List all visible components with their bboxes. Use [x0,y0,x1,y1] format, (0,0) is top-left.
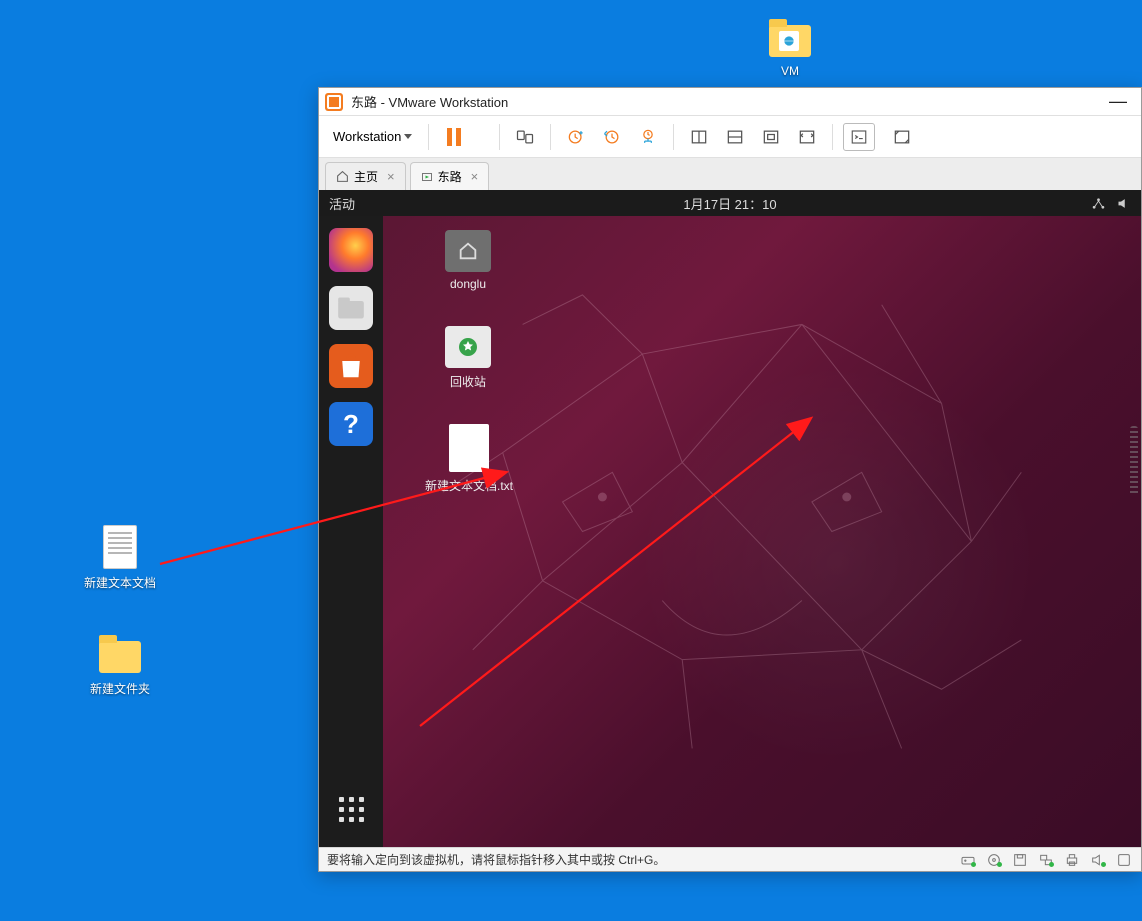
dock-firefox[interactable] [329,228,373,272]
vmware-app-icon [325,93,343,111]
separator [550,124,551,150]
view-quick-switch-button[interactable] [792,122,822,152]
minimize-button[interactable]: — [1101,91,1135,112]
hdd-status-icon[interactable] [959,851,977,869]
guest-display[interactable]: 活动 1月17日 21：10 ? [319,190,1141,847]
icon-label: donglu [423,277,513,291]
trash-icon [445,326,491,368]
activities-button[interactable]: 活动 [329,194,355,213]
fullscreen-button[interactable] [887,122,917,152]
wallpaper-wireframe [383,216,1141,847]
tab-label: 东路 [438,168,462,185]
text-file-icon [449,424,489,472]
separator [832,124,833,150]
home-folder-icon [445,230,491,272]
fullscreen-icon [892,127,912,147]
message-status-icon[interactable] [1115,851,1133,869]
view-single-button[interactable] [684,122,714,152]
files-icon [337,296,365,320]
console-icon [850,128,868,146]
tab-home[interactable]: 主页 × [325,162,406,190]
host-desktop-vm-folder[interactable]: VM [750,12,830,78]
ubuntu-top-bar: 活动 1月17日 21：10 [319,190,1141,216]
ubuntu-desktop[interactable]: donglu 回收站 新建文本文档.txt [383,216,1141,847]
statusbar-hint: 要将输入定向到该虚拟机，请将鼠标指针移入其中或按 Ctrl+G。 [327,851,665,868]
separator [499,124,500,150]
separator [673,124,674,150]
host-desktop-new-text-doc[interactable]: 新建文本文档 [80,522,160,591]
devices-icon [515,127,535,147]
titlebar[interactable]: 东路 - VMware Workstation — [319,88,1141,116]
network-icon [1091,196,1106,211]
dock-help[interactable]: ? [329,402,373,446]
clock-tree-icon [638,127,658,147]
icon-label: 新建文件夹 [80,680,160,697]
fullscreen-dropdown[interactable] [923,122,937,152]
view-thumbnail-button[interactable] [720,122,750,152]
send-ctrl-alt-del-button[interactable] [510,122,540,152]
cd-status-icon[interactable] [985,851,1003,869]
icon-label: 新建文本文档 [80,574,160,591]
ubuntu-dock: ? [319,216,383,847]
view-unity-button[interactable] [756,122,786,152]
vmware-window: 东路 - VMware Workstation — Workstation [318,87,1142,872]
host-desktop-new-folder[interactable]: 新建文件夹 [80,628,160,697]
power-dropdown[interactable] [475,122,489,152]
text-file-icon [96,522,144,570]
layout-split-v-icon [689,127,709,147]
window-title: 东路 - VMware Workstation [351,92,508,111]
scroll-indicator [1130,426,1138,496]
clock[interactable]: 1月17日 21：10 [683,194,776,213]
vm-running-icon [421,171,433,183]
layout-split-h-icon [725,127,745,147]
dock-software[interactable] [329,344,373,388]
clock-back-icon [602,127,622,147]
dock-files[interactable] [329,286,373,330]
tab-label: 主页 [354,168,378,185]
toolbar: Workstation [319,116,1141,158]
ubuntu-home-folder[interactable]: donglu [423,230,513,291]
console-view-button[interactable] [843,123,875,151]
tab-strip: 主页 × 东路 × [319,158,1141,190]
tab-close-button[interactable]: × [471,169,479,184]
sound-status-icon[interactable] [1089,851,1107,869]
system-tray[interactable] [1091,196,1131,211]
network-status-icon[interactable] [1037,851,1055,869]
fit-guest-icon [761,127,781,147]
dock-show-apps[interactable] [329,787,373,831]
menu-label: Workstation [333,129,401,144]
shopping-bag-icon [336,351,366,381]
workstation-menu[interactable]: Workstation [327,125,418,148]
tab-close-button[interactable]: × [387,169,395,184]
folder-icon [766,12,814,60]
snapshot-take-button[interactable] [561,122,591,152]
icon-label: VM [750,64,830,78]
icon-label: 新建文本文档.txt [409,477,529,494]
clock-plus-icon [566,127,586,147]
snapshot-manager-button[interactable] [633,122,663,152]
stretch-guest-icon [797,127,817,147]
ubuntu-text-file[interactable]: 新建文本文档.txt [409,424,529,494]
statusbar-device-icons [959,851,1133,869]
vmware-statusbar: 要将输入定向到该虚拟机，请将鼠标指针移入其中或按 Ctrl+G。 [319,847,1141,871]
pause-icon [447,128,461,146]
printer-status-icon[interactable] [1063,851,1081,869]
help-glyph: ? [343,409,359,440]
home-icon [336,170,349,183]
separator [428,124,429,150]
snapshot-revert-button[interactable] [597,122,627,152]
icon-label: 回收站 [423,373,513,390]
tab-vm-donglu[interactable]: 东路 × [410,162,490,190]
caret-down-icon [404,134,412,139]
pause-vm-button[interactable] [439,122,469,152]
sound-icon [1116,196,1131,211]
ubuntu-trash[interactable]: 回收站 [423,326,513,390]
folder-icon [96,628,144,676]
floppy-status-icon[interactable] [1011,851,1029,869]
